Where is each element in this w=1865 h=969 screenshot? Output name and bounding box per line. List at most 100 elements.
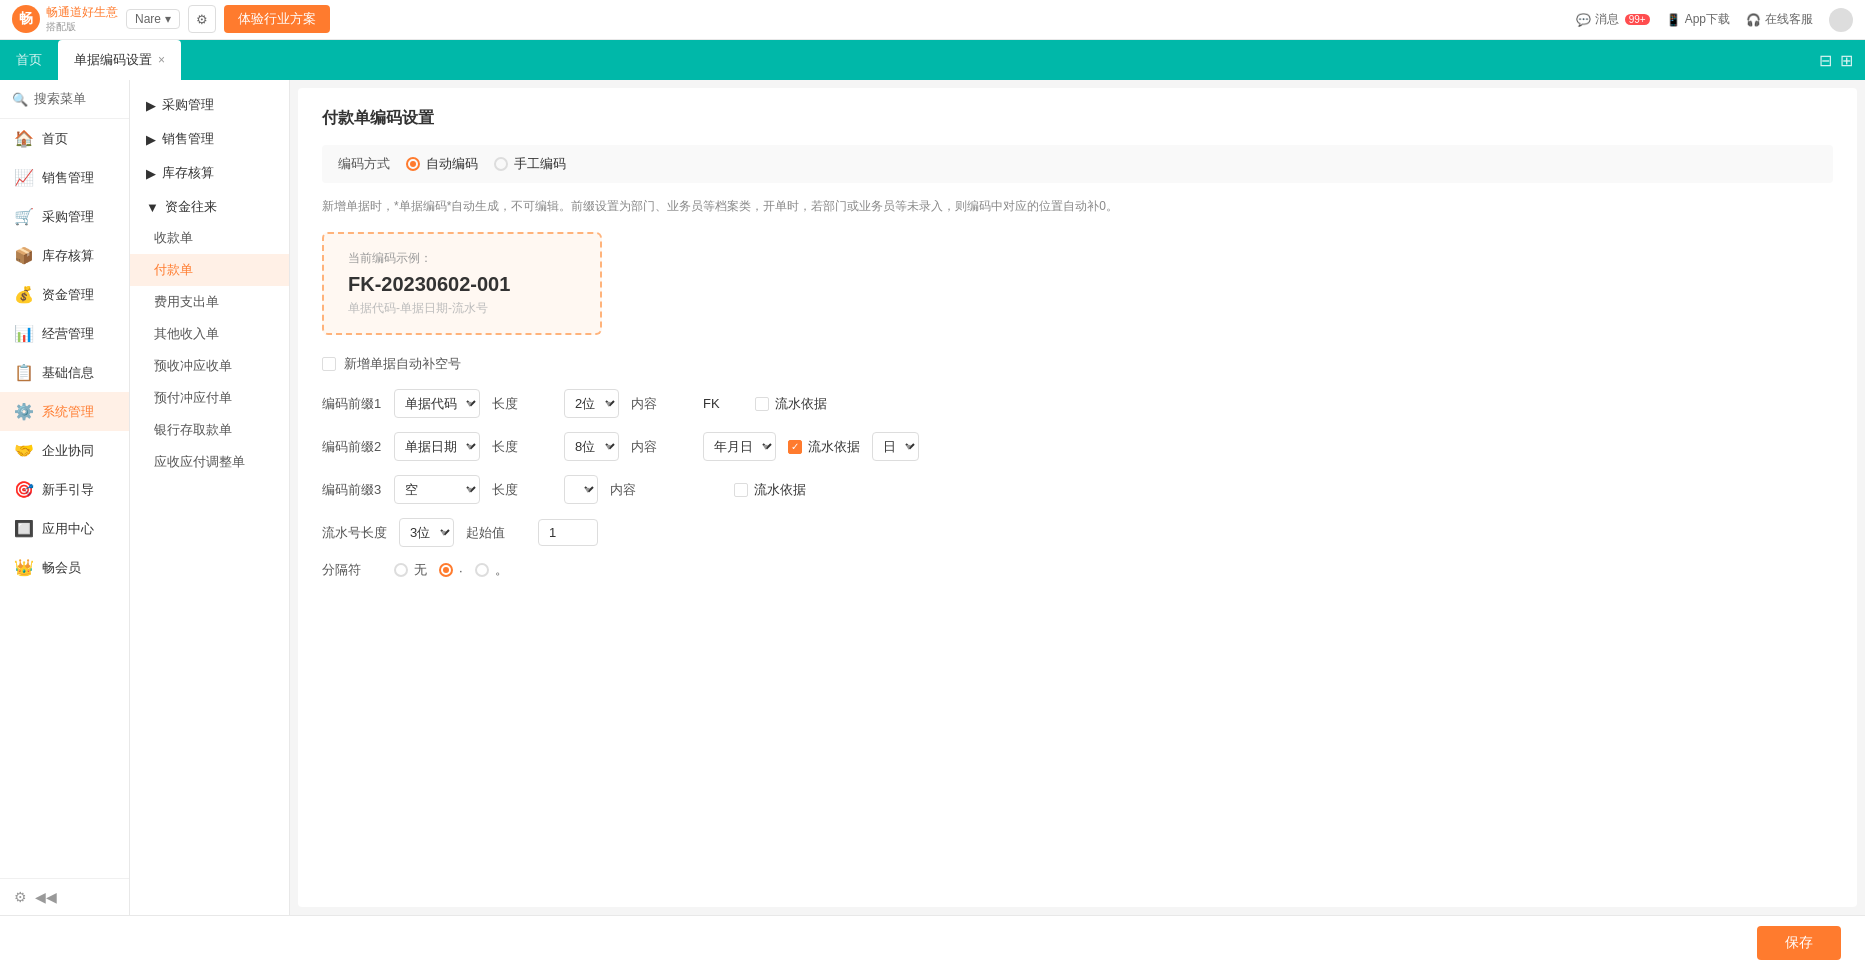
tab-document-coding[interactable]: 单据编码设置 × — [58, 40, 181, 80]
sep-dot2-radio-dot — [475, 563, 489, 577]
sidebar-item-system[interactable]: ⚙️ 系统管理 — [0, 392, 129, 431]
auto-code-radio[interactable]: 自动编码 — [406, 155, 478, 173]
date-unit-select-wrapper: 日 月 年 — [872, 432, 919, 461]
main-layout: 🔍 搜索菜单 🏠 首页 📈 销售管理 🛒 采购管理 📦 库存核算 💰 — [0, 80, 1865, 915]
search-icon: 🔍 — [12, 92, 28, 107]
content2-select-wrapper: 年月日 年月 年 — [703, 432, 776, 461]
finance-icon: 💰 — [14, 285, 34, 304]
separator-row: 分隔符 无 · 。 — [322, 561, 1833, 579]
collapse-icon[interactable]: ◀◀ — [35, 889, 57, 905]
online-service-button[interactable]: 🎧 在线客服 — [1746, 11, 1813, 28]
top-bar-controls: Nare ▾ ⚙ 体验行业方案 — [126, 5, 330, 33]
sidebar-item-finance[interactable]: 💰 资金管理 — [0, 275, 129, 314]
tab-close-icon[interactable]: × — [158, 53, 165, 67]
prefix-row-2: 编码前缀2 单据代码 单据日期 空 长度 2位 4位 8位 内容 — [322, 432, 1833, 461]
sub-item-receipt[interactable]: 收款单 — [130, 222, 289, 254]
sub-group-sales-title[interactable]: ▶ 销售管理 — [130, 124, 289, 154]
length2-select[interactable]: 2位 4位 8位 — [564, 432, 619, 461]
serial-length-row: 流水号长度 2位 3位 4位 起始值 — [322, 518, 1833, 547]
sub-item-other-income[interactable]: 其他收入单 — [130, 318, 289, 350]
sep-dot1-label: · — [459, 563, 463, 578]
prefix1-select-wrapper: 单据代码 单据日期 空 — [394, 389, 480, 418]
manual-code-radio-dot — [494, 157, 508, 171]
sidebar-item-home[interactable]: 🏠 首页 — [0, 119, 129, 158]
sidebar-member-label: 畅会员 — [42, 559, 81, 577]
sub-item-payment[interactable]: 付款单 — [130, 254, 289, 286]
sidebar-finance-label: 资金管理 — [42, 286, 94, 304]
sidebar-item-inventory[interactable]: 📦 库存核算 — [0, 236, 129, 275]
chevron-right-icon2: ▶ — [146, 132, 156, 147]
sep-dot1-radio[interactable]: · — [439, 563, 463, 578]
sidebar-enterprise-label: 企业协同 — [42, 442, 94, 460]
prefix2-label: 编码前缀2 — [322, 438, 382, 456]
coding-method-label: 编码方式 — [338, 155, 390, 173]
sidebar-item-apps[interactable]: 🔲 应用中心 — [0, 509, 129, 548]
start-value-input[interactable] — [538, 519, 598, 546]
save-button[interactable]: 保存 — [1757, 926, 1841, 960]
sidebar-sales-label: 销售管理 — [42, 169, 94, 187]
auto-fill-checkbox[interactable] — [322, 357, 336, 371]
sidebar-home-label: 首页 — [42, 130, 68, 148]
sub-group-inventory-title[interactable]: ▶ 库存核算 — [130, 158, 289, 188]
sidebar-footer: ⚙ ◀◀ — [0, 878, 129, 915]
sub-item-prepay-offset[interactable]: 预收冲应收单 — [130, 350, 289, 382]
length1-select[interactable]: 2位 4位 6位 — [564, 389, 619, 418]
sidebar-item-member[interactable]: 👑 畅会员 — [0, 548, 129, 587]
sub-group-purchase-label: 采购管理 — [162, 96, 214, 114]
sub-item-expense[interactable]: 费用支出单 — [130, 286, 289, 318]
sidebar-item-enterprise[interactable]: 🤝 企业协同 — [0, 431, 129, 470]
length2-select-wrapper: 2位 4位 8位 — [564, 432, 619, 461]
message-badge: 99+ — [1625, 14, 1650, 25]
sidebar-purchase-label: 采购管理 — [42, 208, 94, 226]
coding-method-row: 编码方式 自动编码 手工编码 — [322, 145, 1833, 183]
sidebar-search[interactable]: 🔍 搜索菜单 — [0, 80, 129, 119]
settings-gear-button[interactable]: ⚙ — [188, 5, 216, 33]
sidebar-item-guide[interactable]: 🎯 新手引导 — [0, 470, 129, 509]
auto-fill-label: 新增单据自动补空号 — [344, 355, 461, 373]
minimize-icon[interactable]: ⊟ — [1819, 51, 1832, 70]
date-unit-select[interactable]: 日 月 年 — [872, 432, 919, 461]
user-avatar[interactable] — [1829, 8, 1853, 32]
sub-item-advance-offset[interactable]: 预付冲应付单 — [130, 382, 289, 414]
settings-footer-icon[interactable]: ⚙ — [14, 889, 27, 905]
manual-code-radio[interactable]: 手工编码 — [494, 155, 566, 173]
serial2-checkbox[interactable] — [788, 440, 802, 454]
serial3-checkbox[interactable] — [734, 483, 748, 497]
maximize-icon[interactable]: ⊞ — [1840, 51, 1853, 70]
company-dropdown[interactable]: Nare ▾ — [126, 9, 180, 29]
chevron-down-icon: ▾ — [165, 12, 171, 26]
sub-item-adjustment[interactable]: 应收应付调整单 — [130, 446, 289, 478]
prefix-row-3: 编码前缀3 单据代码 单据日期 空 长度 内容 — [322, 475, 1833, 504]
serial-length-select-wrapper: 2位 3位 4位 — [399, 518, 454, 547]
preview-label: 当前编码示例： — [348, 250, 576, 267]
length3-select[interactable] — [564, 475, 598, 504]
content2-select[interactable]: 年月日 年月 年 — [703, 432, 776, 461]
tab-home[interactable]: 首页 — [0, 40, 58, 80]
serial-length-select[interactable]: 2位 3位 4位 — [399, 518, 454, 547]
chevron-right-icon3: ▶ — [146, 166, 156, 181]
sub-item-bank[interactable]: 银行存取款单 — [130, 414, 289, 446]
prefix-row-1: 编码前缀1 单据代码 单据日期 空 长度 2位 4位 6位 内容 — [322, 389, 1833, 418]
message-button[interactable]: 💬 消息 99+ — [1576, 11, 1650, 28]
sidebar-item-purchase[interactable]: 🛒 采购管理 — [0, 197, 129, 236]
serial3-label: 流水依据 — [754, 481, 806, 499]
length1-label: 长度 — [492, 395, 552, 413]
app-download-button[interactable]: 📱 App下载 — [1666, 11, 1730, 28]
prefix3-select[interactable]: 单据代码 单据日期 空 — [394, 475, 480, 504]
sub-group-purchase-title[interactable]: ▶ 采购管理 — [130, 90, 289, 120]
prefix1-select[interactable]: 单据代码 单据日期 空 — [394, 389, 480, 418]
trial-button[interactable]: 体验行业方案 — [224, 5, 330, 33]
start-value-label: 起始值 — [466, 524, 526, 542]
sidebar-item-basics[interactable]: 📋 基础信息 — [0, 353, 129, 392]
inventory-icon: 📦 — [14, 246, 34, 265]
serial1-checkbox[interactable] — [755, 397, 769, 411]
prefix2-select[interactable]: 单据代码 单据日期 空 — [394, 432, 480, 461]
service-label: 在线客服 — [1765, 11, 1813, 28]
sidebar-item-operations[interactable]: 📊 经营管理 — [0, 314, 129, 353]
sidebar-item-sales[interactable]: 📈 销售管理 — [0, 158, 129, 197]
sep-none-radio[interactable]: 无 — [394, 561, 427, 579]
sub-group-capital-title[interactable]: ▼ 资金往来 — [130, 192, 289, 222]
prefix3-select-wrapper: 单据代码 单据日期 空 — [394, 475, 480, 504]
sep-dot2-radio[interactable]: 。 — [475, 561, 508, 579]
sub-group-capital: ▼ 资金往来 收款单 付款单 费用支出单 其他收入单 预收冲应收单 预付冲应付单… — [130, 192, 289, 478]
